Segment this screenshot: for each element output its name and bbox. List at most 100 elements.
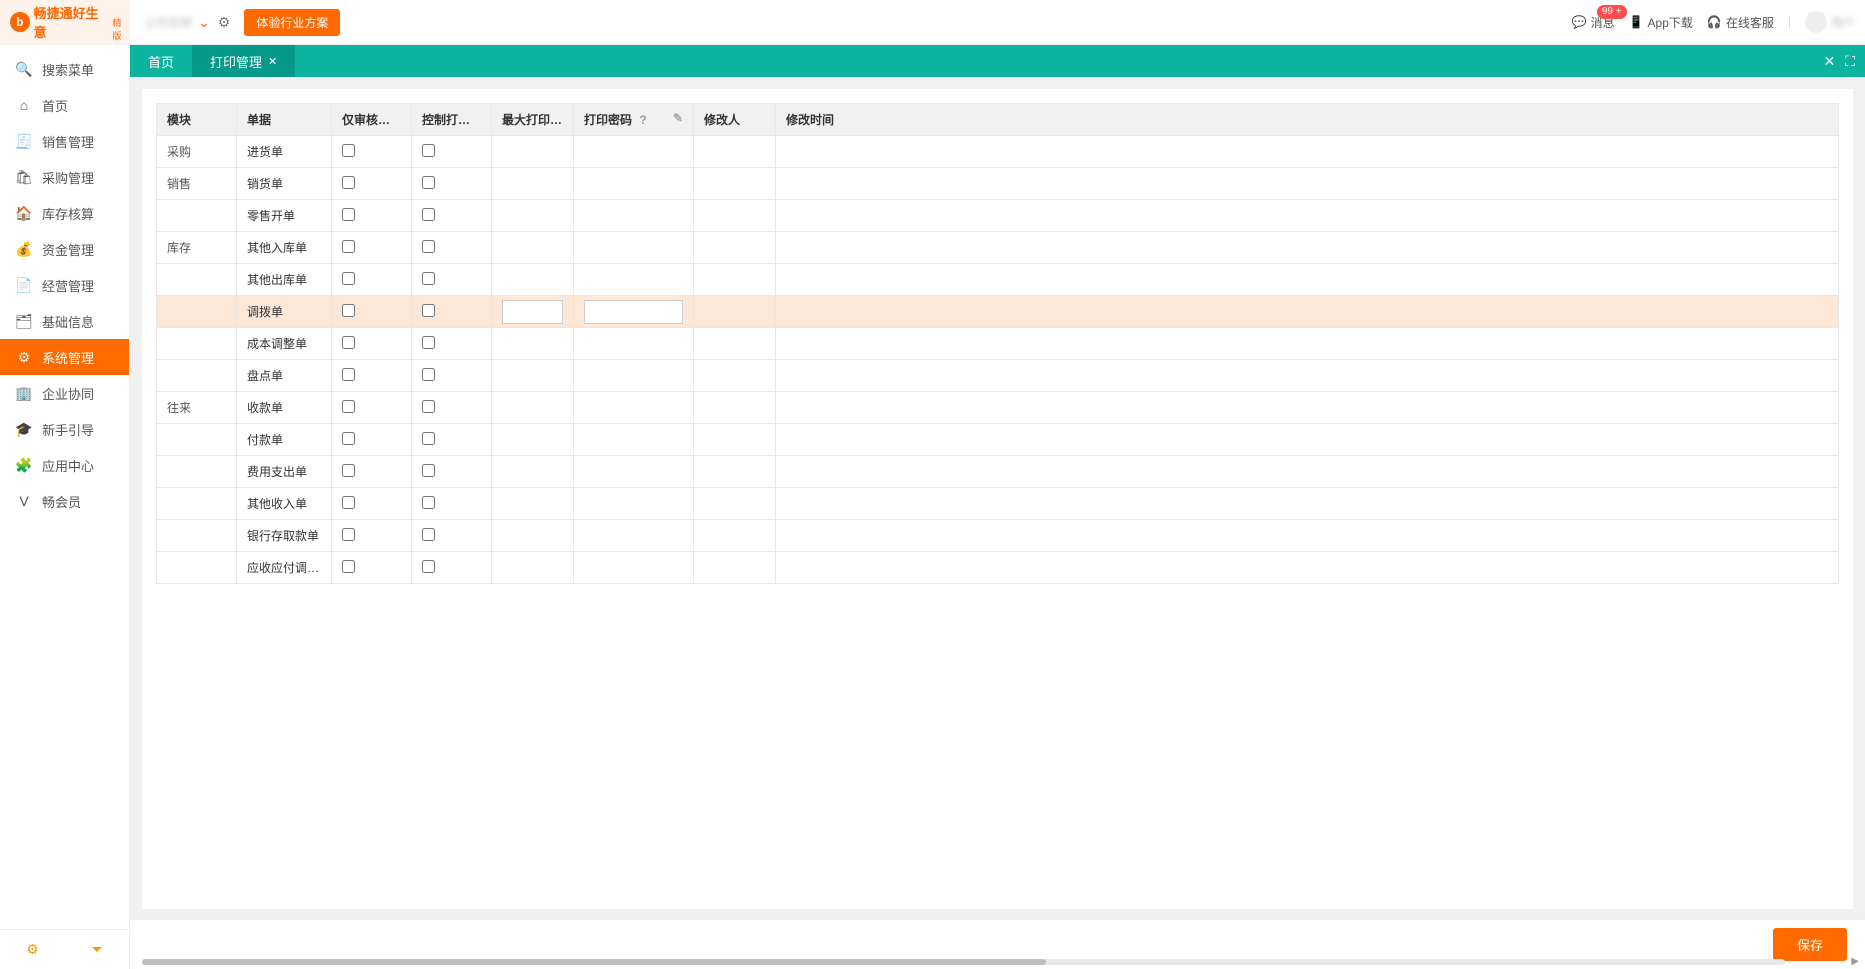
control-count-checkbox[interactable] [422,208,435,221]
tab-home[interactable]: 首页 [130,45,192,77]
audited-only-checkbox[interactable] [342,304,355,317]
audited-only-checkbox[interactable] [342,176,355,189]
print-password-input[interactable] [584,300,683,324]
messages-button[interactable]: 💬 消息 99 + [1572,14,1615,31]
module-cell: 采购 [157,136,237,168]
help-icon[interactable]: ? [639,113,646,127]
sidebar-item-enterprise-collab[interactable]: 🏢企业协同 [0,375,129,411]
max-count-input[interactable] [502,300,563,324]
print-password-cell [574,456,694,488]
user-menu[interactable]: 用户 [1805,11,1855,33]
table-row: 应收应付调整单 [157,552,1839,584]
gear-icon[interactable]: ⚙ [218,14,231,31]
max-count-cell [492,264,574,296]
fullscreen-icon[interactable]: ⛶ [1845,53,1855,70]
control-count-checkbox[interactable] [422,240,435,253]
audited-only-checkbox[interactable] [342,560,355,573]
col-max-count: 最大打印次数 [492,104,574,136]
sidebar-item-label: 资金管理 [42,240,94,259]
edit-icon[interactable]: ✎ [673,111,683,125]
table-row: 采购进货单 [157,136,1839,168]
sidebar-item-onboarding[interactable]: 🎓新手引导 [0,411,129,447]
audited-only-checkbox[interactable] [342,144,355,157]
save-button[interactable]: 保存 [1773,928,1847,961]
audited-only-cell [332,360,412,392]
company-selector[interactable]: 公司名称 ⌄ [144,14,210,31]
control-count-checkbox[interactable] [422,272,435,285]
sidebar-item-search-menu[interactable]: 🔍搜索菜单 [0,51,129,87]
control-count-checkbox[interactable] [422,144,435,157]
close-icon[interactable]: ✕ [268,55,277,68]
sidebar-item-label: 库存核算 [42,204,94,223]
hscroll-arrow-right-icon[interactable]: ▶ [1851,956,1859,967]
tabstrip: 首页 打印管理 ✕ ✕ ⛶ [130,45,1865,77]
control-count-checkbox[interactable] [422,176,435,189]
control-count-checkbox[interactable] [422,304,435,317]
max-count-cell [492,168,574,200]
max-count-cell [492,456,574,488]
control-count-checkbox[interactable] [422,496,435,509]
modifier-cell [694,264,776,296]
audited-only-checkbox[interactable] [342,368,355,381]
messages-badge: 99 + [1597,5,1627,19]
chat-icon: 💬 [1572,15,1587,29]
sidebar-item-operation-mgmt[interactable]: 📄经营管理 [0,267,129,303]
control-count-checkbox[interactable] [422,336,435,349]
sidebar-item-purchase-mgmt[interactable]: 🛍采购管理 [0,159,129,195]
modify-time-cell [776,520,1839,552]
footer-bar: ▶ 保存 [130,919,1865,969]
hscroll-thumb[interactable] [142,959,1046,965]
audited-only-checkbox[interactable] [342,400,355,413]
sidebar-item-label: 搜索菜单 [42,60,94,79]
modifier-cell [694,296,776,328]
control-count-checkbox[interactable] [422,400,435,413]
app-download-button[interactable]: 📱 App下载 [1629,14,1693,31]
sidebar-item-inventory-costing[interactable]: 🏠 库存核算 [0,195,129,231]
sales-mgmt-icon: 🧾 [16,133,32,150]
audited-only-checkbox[interactable] [342,496,355,509]
audited-only-checkbox[interactable] [342,336,355,349]
modifier-cell [694,232,776,264]
max-count-cell [492,296,574,328]
audited-only-checkbox[interactable] [342,464,355,477]
funds-mgmt-icon: 💰 [16,241,32,258]
control-count-checkbox[interactable] [422,368,435,381]
sidebar-item-app-center[interactable]: 🧩应用中心 [0,447,129,483]
sidebar-item-home[interactable]: ⌂首页 [0,87,129,123]
control-count-checkbox[interactable] [422,560,435,573]
industry-plan-button[interactable]: 体验行业方案 [244,9,340,36]
settings-icon[interactable]: ⚙ [26,941,39,958]
audited-only-checkbox[interactable] [342,208,355,221]
avatar [1805,11,1827,33]
max-count-cell [492,392,574,424]
collapse-icon[interactable]: ⏷ [91,941,102,958]
top-actions: 💬 消息 99 + 📱 App下载 🎧 在线客服 | 用户 [1572,11,1855,33]
hscroll-track[interactable] [142,959,1785,965]
close-all-icon[interactable]: ✕ [1823,53,1835,70]
online-cs-button[interactable]: 🎧 在线客服 [1707,14,1774,31]
app-center-icon: 🧩 [16,457,32,474]
audited-only-checkbox[interactable] [342,528,355,541]
max-count-cell [492,520,574,552]
control-count-checkbox[interactable] [422,464,435,477]
control-count-checkbox[interactable] [422,528,435,541]
table-row: 付款单 [157,424,1839,456]
audited-only-checkbox[interactable] [342,272,355,285]
sidebar-item-basic-info[interactable]: 🗂基础信息 [0,303,129,339]
modify-time-cell [776,360,1839,392]
purchase-mgmt-icon: 🛍 [16,169,32,186]
inventory-costing-icon: 🏠 [16,205,32,222]
sidebar-item-funds-mgmt[interactable]: 💰 资金管理 [0,231,129,267]
sidebar-item-system-mgmt[interactable]: ⚙系统管理 [0,339,129,375]
sidebar-item-sales-mgmt[interactable]: 🧾销售管理 [0,123,129,159]
audited-only-checkbox[interactable] [342,240,355,253]
sidebar-item-member[interactable]: V畅会员 [0,483,129,519]
table-header-row: 模块 单据 仅审核后打印 控制打印次数 最大打印次数 打印密码 ? ✎ [157,104,1839,136]
module-cell: 销售 [157,168,237,200]
control-count-checkbox[interactable] [422,432,435,445]
modify-time-cell [776,392,1839,424]
tab-print-mgmt[interactable]: 打印管理 ✕ [192,45,295,77]
audited-only-checkbox[interactable] [342,432,355,445]
audited-only-cell [332,200,412,232]
print-password-cell [574,488,694,520]
